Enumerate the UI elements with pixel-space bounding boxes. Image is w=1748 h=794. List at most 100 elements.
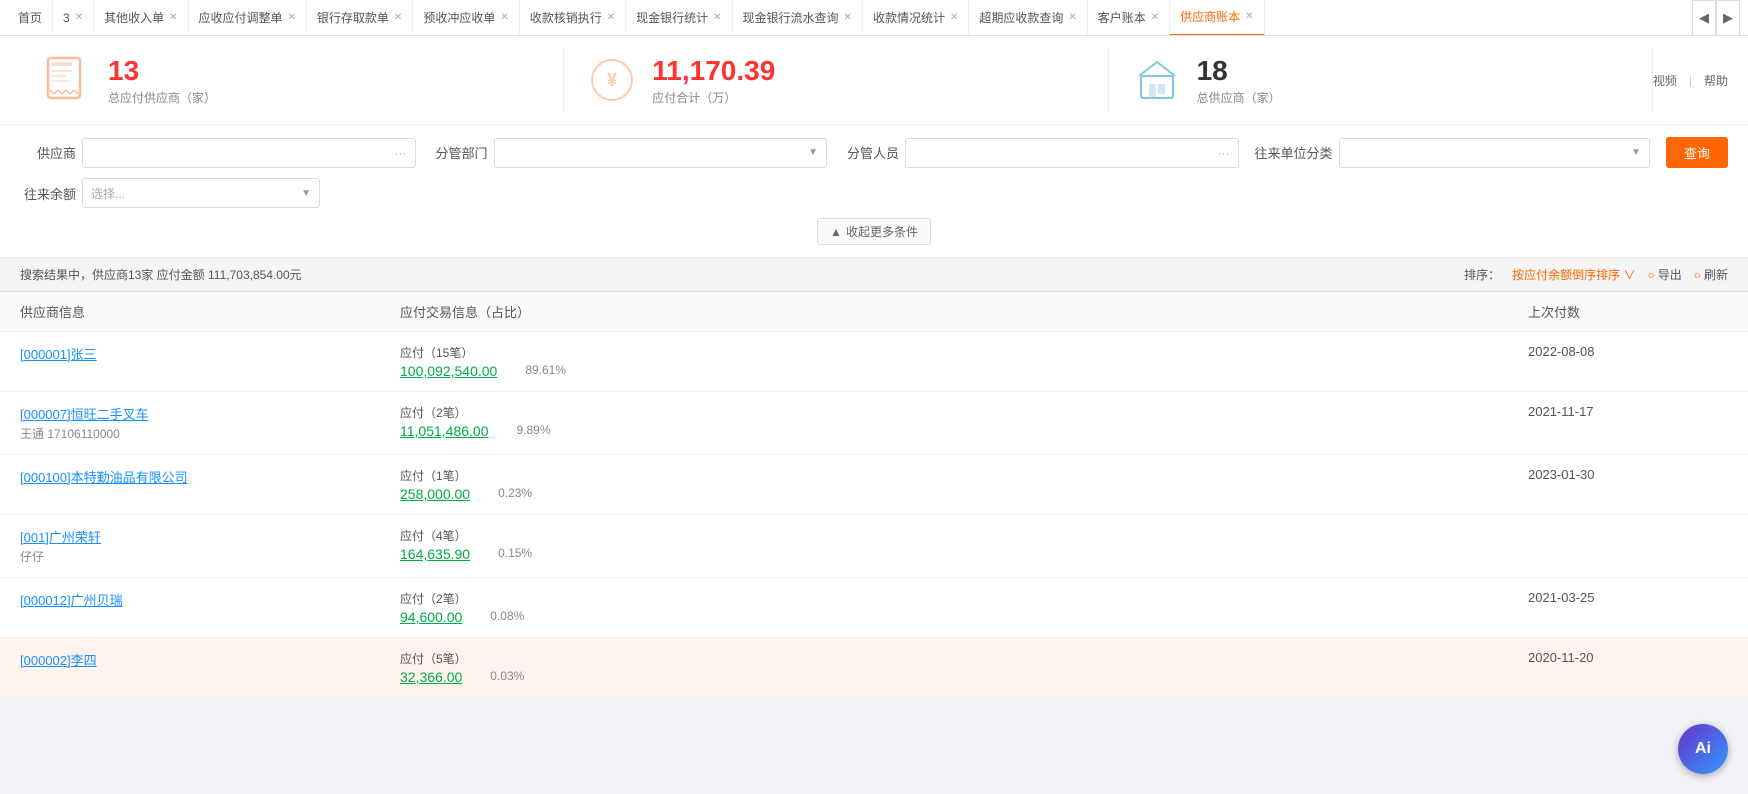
close-icon-prepay-ar[interactable]: ✕ xyxy=(500,12,508,23)
stat-icon-money: ¥ xyxy=(584,52,640,108)
dept-chevron-down-icon: ▼ xyxy=(808,147,818,158)
trans-amount-row1[interactable]: 100,092,540.00 xyxy=(400,363,497,379)
refresh-label: 刷新 xyxy=(1704,266,1728,283)
refresh-button[interactable]: ○ 刷新 xyxy=(1694,266,1728,283)
nav-tab-overdue-ar[interactable]: 超期应收款查询 ✕ xyxy=(969,0,1087,36)
nav-tab-other-income[interactable]: 其他收入单 ✕ xyxy=(94,0,188,36)
supplier-cell-row3: [000100]本特勤油品有限公司 xyxy=(20,467,400,486)
nav-tab-receipt-verify[interactable]: 收款核销执行 ✕ xyxy=(520,0,626,36)
supplier-filter-label: 供应商 xyxy=(20,143,76,162)
supplier-link-row5[interactable]: [000012]广州贝瑞 xyxy=(20,590,400,609)
stat-block-total-suppliers: 18 总供应商（家） xyxy=(1109,48,1653,112)
export-icon: ○ xyxy=(1647,268,1654,282)
trans-amount-row4[interactable]: 164,635.90 xyxy=(400,546,470,562)
supplier-link-row2[interactable]: [000007]恒旺二手叉车 xyxy=(20,404,400,423)
trans-percent-row3: 0.23% xyxy=(498,486,532,500)
stat-icon-store xyxy=(1129,52,1185,108)
stat-value-total-payable: 11,170.39 xyxy=(652,54,775,88)
supplier-link-row6[interactable]: [000002]李四 xyxy=(20,650,400,669)
lastpay-cell-row1: 2022-08-08 xyxy=(1528,344,1728,359)
nav-tab-supplier-ledger[interactable]: 供应商账本 ✕ xyxy=(1170,0,1264,36)
close-icon-supplier-ledger[interactable]: ✕ xyxy=(1245,11,1253,22)
ai-label: Ai xyxy=(1695,740,1711,758)
collapse-label: 收起更多条件 xyxy=(846,223,918,240)
help-link[interactable]: 帮助 xyxy=(1704,72,1728,89)
sort-select[interactable]: 按应付余额倒序排序 ∨ xyxy=(1512,266,1635,283)
trans-amount-row3[interactable]: 258,000.00 xyxy=(400,486,470,502)
stat-label-suppliers-payable: 总应付供应商（家） xyxy=(108,89,216,106)
nav-tab-bank-deposit[interactable]: 银行存取款单 ✕ xyxy=(307,0,413,36)
nav-tab-supplier-ledger-label: 供应商账本 xyxy=(1180,8,1240,25)
category-chevron-down-icon: ▼ xyxy=(1631,147,1641,158)
nav-tab-customer-ledger-label: 客户账本 xyxy=(1098,9,1146,26)
close-icon-overdue-ar[interactable]: ✕ xyxy=(1068,12,1076,23)
nav-next-arrow[interactable]: ▶ xyxy=(1716,0,1740,36)
nav-tab-home[interactable]: 首页 xyxy=(8,0,53,36)
nav-tab-cash-bank-query[interactable]: 现金银行流水查询 ✕ xyxy=(733,0,863,36)
trans-label-row1: 应付（15笔） xyxy=(400,344,1528,361)
nav-tab-prepay-ar[interactable]: 预收冲应收单 ✕ xyxy=(413,0,519,36)
close-icon-receipt-verify[interactable]: ✕ xyxy=(607,12,615,23)
filter-item-person: 分管人员 ··· xyxy=(843,138,1239,168)
close-icon-ar-ap-adjust[interactable]: ✕ xyxy=(288,12,296,23)
trans-percent-row6: 0.03% xyxy=(490,669,524,683)
trans-label-row5: 应付（2笔） xyxy=(400,590,1528,607)
person-filter-label: 分管人员 xyxy=(843,143,899,162)
close-icon-customer-ledger[interactable]: ✕ xyxy=(1151,12,1159,23)
trans-amount-row6[interactable]: 32,366.00 xyxy=(400,669,462,685)
results-bar: 搜索结果中，供应商13家 应付金额 111,703,854.00元 排序： 按应… xyxy=(0,258,1748,292)
close-icon-bank-deposit[interactable]: ✕ xyxy=(394,12,402,23)
query-button[interactable]: 查询 xyxy=(1666,137,1728,168)
supplier-cell-row2: [000007]恒旺二手叉车 王通 17106110000 xyxy=(20,404,400,442)
filter-item-balance: 往来余额 选择... ▼ xyxy=(20,178,320,208)
nav-tab-customer-ledger[interactable]: 客户账本 ✕ xyxy=(1088,0,1170,36)
close-icon-3[interactable]: ✕ xyxy=(75,12,83,23)
lastpay-cell-row6: 2020-11-20 xyxy=(1528,650,1728,665)
ai-button[interactable]: Ai xyxy=(1678,724,1728,774)
supplier-link-row3[interactable]: [000100]本特勤油品有限公司 xyxy=(20,467,400,486)
trans-row-row2: 11,051,486.00 9.89% xyxy=(400,421,1528,439)
collapse-up-icon: ▲ xyxy=(830,225,842,239)
close-icon-other-income[interactable]: ✕ xyxy=(169,12,177,23)
export-button[interactable]: ○ 导出 xyxy=(1647,266,1681,283)
results-actions: 排序： 按应付余额倒序排序 ∨ ○ 导出 ○ 刷新 xyxy=(1464,266,1728,283)
stat-block-total-payable: ¥ 11,170.39 应付合计（万） xyxy=(564,48,1108,112)
nav-tab-prepay-ar-label: 预收冲应收单 xyxy=(423,9,495,26)
supplier-filter-input[interactable]: ··· xyxy=(82,138,416,168)
trans-row-row4: 164,635.90 0.15% xyxy=(400,544,1528,562)
video-link[interactable]: 视频 xyxy=(1653,72,1677,89)
nav-prev-arrow[interactable]: ◀ xyxy=(1692,0,1716,36)
person-filter-input[interactable]: ··· xyxy=(905,138,1239,168)
supplier-sub-row2: 王通 17106110000 xyxy=(20,425,400,442)
results-summary: 搜索结果中，供应商13家 应付金额 111,703,854.00元 xyxy=(20,266,302,283)
separator: | xyxy=(1689,73,1692,87)
close-icon-cash-bank-query[interactable]: ✕ xyxy=(844,12,852,23)
trans-amount-row5[interactable]: 94,600.00 xyxy=(400,609,462,625)
transaction-cell-row5: 应付（2笔） 94,600.00 0.08% xyxy=(400,590,1528,625)
supplier-sub-row4: 仔仔 xyxy=(20,548,400,565)
nav-tab-receipt-stat-label: 收款情况统计 xyxy=(873,9,945,26)
nav-tab-3[interactable]: 3 ✕ xyxy=(53,0,94,36)
nav-tab-cash-bank-stat[interactable]: 现金银行统计 ✕ xyxy=(626,0,732,36)
trans-label-row3: 应付（1笔） xyxy=(400,467,1528,484)
trans-amount-row2[interactable]: 11,051,486.00 xyxy=(400,423,489,439)
stat-value-total-suppliers: 18 xyxy=(1197,54,1281,88)
nav-tab-receipt-stat[interactable]: 收款情况统计 ✕ xyxy=(863,0,969,36)
nav-tab-overdue-ar-label: 超期应收款查询 xyxy=(979,9,1063,26)
supplier-link-row4[interactable]: [001]广州荣轩 xyxy=(20,527,400,546)
filter-area: 供应商 ··· 分管部门 ▼ 分管人员 ··· 往来单位分类 ▼ xyxy=(0,125,1748,258)
collapse-button[interactable]: ▲ 收起更多条件 xyxy=(817,218,931,245)
balance-filter-label: 往来余额 xyxy=(20,184,76,203)
close-icon-cash-bank-stat[interactable]: ✕ xyxy=(713,12,721,23)
refresh-icon: ○ xyxy=(1694,268,1701,282)
close-icon-receipt-stat[interactable]: ✕ xyxy=(950,12,958,23)
stat-icon-receipt xyxy=(40,52,96,108)
supplier-link-row1[interactable]: [000001]张三 xyxy=(20,344,400,363)
dept-filter-select[interactable]: ▼ xyxy=(494,138,828,168)
nav-tab-ar-ap-adjust[interactable]: 应收应付调整单 ✕ xyxy=(189,0,307,36)
supplier-cell-row5: [000012]广州贝瑞 xyxy=(20,590,400,609)
balance-filter-select[interactable]: 选择... ▼ xyxy=(82,178,320,208)
category-filter-select[interactable]: ▼ xyxy=(1339,138,1650,168)
table-row: [000100]本特勤油品有限公司 应付（1笔） 258,000.00 0.23… xyxy=(0,455,1748,515)
nav-tab-other-income-label: 其他收入单 xyxy=(104,9,164,26)
